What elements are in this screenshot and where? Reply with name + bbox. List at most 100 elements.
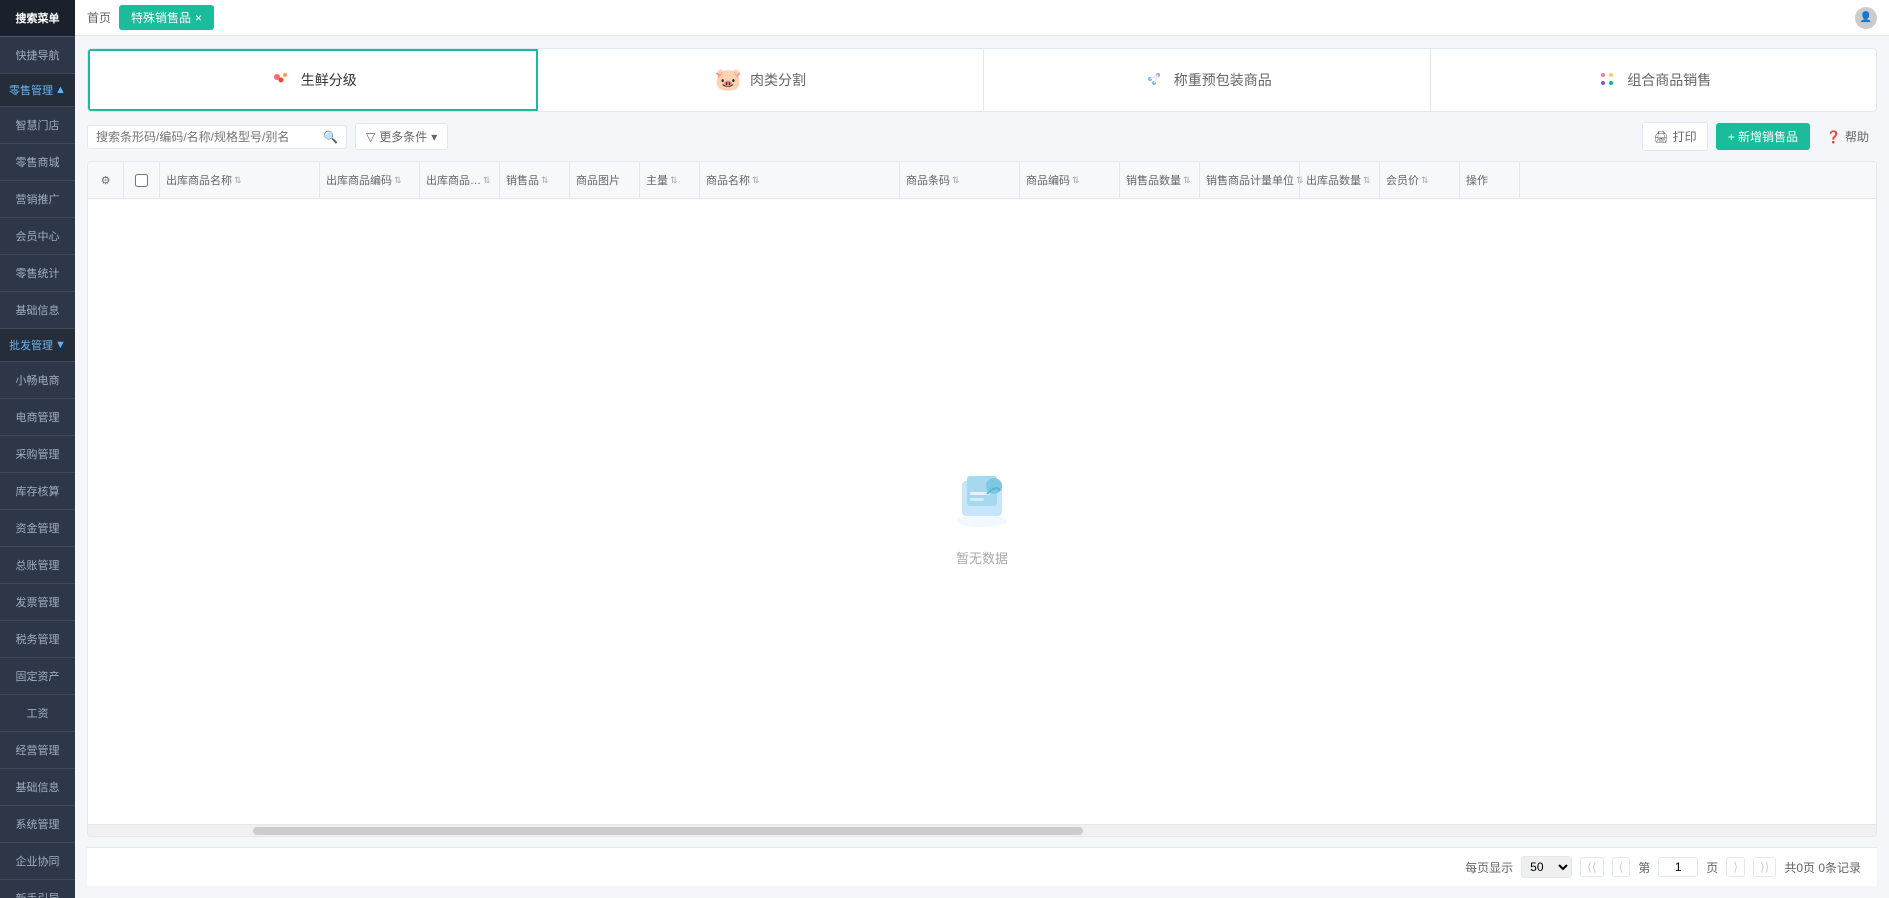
per-page-label: 每页显示 [1465,859,1513,876]
sidebar-item-enterprise[interactable]: 企业协同 [0,843,75,880]
sort-icon[interactable]: ⇅ [483,175,491,186]
sort-icon[interactable]: ⇅ [541,175,549,186]
sidebar-item-tax-mgmt[interactable]: 税务管理 [0,621,75,658]
th-out-name[interactable]: 出库商品名称 ⇅ [160,162,320,198]
sidebar-item-purchase-mgmt[interactable]: 采购管理 [0,436,75,473]
th-out-qty[interactable]: 出库品数量 ⇅ [1300,162,1380,198]
help-label: 帮助 [1845,128,1869,145]
th-sale-qty[interactable]: 销售品数量 ⇅ [1120,162,1200,198]
page-input[interactable] [1658,857,1698,877]
sidebar-item-general-ledger[interactable]: 总账管理 [0,547,75,584]
th-sale-item-label: 销售品 [506,172,539,188]
sidebar-item-basic-info[interactable]: 基础信息 [0,292,75,329]
sidebar-item-label: 零售统计 [16,265,60,281]
sidebar-item-label: 小畅电商 [16,372,60,388]
th-main[interactable]: 主量 ⇅ [640,162,700,198]
toolbar: 🔍 ▽ 更多条件 ▾ 🖨 打印 + 新增销售品 ❓ 帮助 [87,122,1877,151]
sidebar-item-quick-nav[interactable]: 快捷导航 [0,37,75,74]
per-page-select[interactable]: 50 10 20 100 [1521,856,1572,878]
tab-meat-cut[interactable]: 🐷 肉类分割 [538,49,985,111]
sort-icon[interactable]: ⇅ [1183,175,1191,186]
sidebar-item-retail-stats[interactable]: 零售统计 [0,255,75,292]
sort-icon[interactable]: ⇅ [1072,175,1080,186]
sidebar-logo[interactable]: 搜索菜单 [0,0,75,37]
tab-fresh-grade[interactable]: 生鲜分级 [88,49,538,111]
sidebar-item-member-center[interactable]: 会员中心 [0,218,75,255]
sidebar-item-finance[interactable]: 资金管理 [0,510,75,547]
filter-label: 更多条件 [379,128,427,145]
next-page-button[interactable]: ⟩ [1726,857,1745,877]
sort-icon[interactable]: ⇅ [1421,175,1429,186]
print-label: 打印 [1673,128,1697,145]
sidebar-item-inventory[interactable]: 库存核算 [0,473,75,510]
add-sale-item-button[interactable]: + 新增销售品 [1716,123,1810,150]
sidebar-item-basic-info2[interactable]: 基础信息 [0,769,75,806]
chevron-down-icon: ▾ [431,130,437,144]
sort-icon[interactable]: ⇅ [952,175,960,186]
home-link[interactable]: 首页 [87,9,111,26]
print-button[interactable]: 🖨 打印 [1642,122,1707,151]
close-icon[interactable]: × [195,11,202,25]
th-product-name[interactable]: 商品名称 ⇅ [700,162,900,198]
sidebar-item-label: 系统管理 [16,816,60,832]
sidebar-item-ops-mgmt[interactable]: 经营管理 [0,732,75,769]
sidebar-item-retail-mall[interactable]: 零售商城 [0,144,75,181]
th-member-price[interactable]: 会员价 ⇅ [1380,162,1460,198]
sidebar-item-newcomer[interactable]: 新手引导 [0,880,75,898]
th-out-spec[interactable]: 出库商品… ⇅ [420,162,500,198]
th-out-code[interactable]: 出库商品编码 ⇅ [320,162,420,198]
th-barcode-label: 商品条码 [906,172,950,188]
th-sku[interactable]: 商品编码 ⇅ [1020,162,1120,198]
pig-icon: 🐷 [715,67,742,93]
th-check[interactable] [124,162,160,198]
scrollbar-thumb[interactable] [253,827,1083,835]
topbar-right: 👤 [1855,7,1877,29]
th-img: 商品图片 [570,162,640,198]
first-page-button[interactable]: ⟨⟨ [1580,857,1603,877]
prev-page-button[interactable]: ⟨ [1612,857,1631,877]
th-sale-unit[interactable]: 销售商品计量单位 ⇅ [1200,162,1300,198]
sidebar-item-wages[interactable]: 工资 [0,695,75,732]
last-page-button[interactable]: ⟩⟩ [1753,857,1776,877]
select-all-checkbox[interactable] [135,174,148,187]
sidebar-item-invoice-mgmt[interactable]: 发票管理 [0,584,75,621]
toolbar-right: 🖨 打印 + 新增销售品 ❓ 帮助 [1642,122,1877,151]
th-sale-item[interactable]: 销售品 ⇅ [500,162,570,198]
sort-icon[interactable]: ⇅ [670,175,678,186]
sidebar-item-label: 快捷导航 [16,47,60,63]
empty-text: 暂无数据 [956,548,1008,567]
active-tab[interactable]: 特殊销售品 × [119,5,214,30]
horizontal-scrollbar[interactable] [88,824,1876,836]
sort-icon[interactable]: ⇅ [394,175,402,186]
content-area: 生鲜分级 🐷 肉类分割 称重预包装商品 [75,36,1889,898]
avatar[interactable]: 👤 [1855,7,1877,29]
sidebar-item-mini-ecom[interactable]: 小畅电商 [0,362,75,399]
th-sale-qty-label: 销售品数量 [1126,172,1181,188]
sidebar-item-ecom-mgmt[interactable]: 电商管理 [0,399,75,436]
sidebar-item-label: 基础信息 [16,302,60,318]
sort-icon[interactable]: ⇅ [752,175,760,186]
sidebar-item-marketing[interactable]: 营销推广 [0,181,75,218]
th-barcode[interactable]: 商品条码 ⇅ [900,162,1020,198]
sidebar-item-label: 会员中心 [16,228,60,244]
tab-combo[interactable]: 组合商品销售 [1431,49,1877,111]
th-img-label: 商品图片 [576,172,620,188]
th-setting[interactable]: ⚙ [88,162,124,198]
sidebar-item-retail-mgmt[interactable]: 零售管理 ▲ [0,74,75,107]
sort-icon[interactable]: ⇅ [234,175,242,186]
tab-weight-pack[interactable]: 称重预包装商品 [984,49,1431,111]
sidebar-item-wholesale-mgmt[interactable]: 批发管理 ▼ [0,329,75,362]
tab-weight-pack-label: 称重预包装商品 [1174,70,1272,90]
sidebar-item-smart-store[interactable]: 智慧门店 [0,107,75,144]
sort-icon[interactable]: ⇅ [1363,175,1371,186]
search-input[interactable] [96,130,319,144]
th-product-name-label: 商品名称 [706,172,750,188]
search-icon: 🔍 [323,130,338,144]
sidebar-item-fixed-assets[interactable]: 固定资产 [0,658,75,695]
main-area: 首页 特殊销售品 × 👤 生鲜分级 🐷 [75,0,1889,898]
help-button[interactable]: ❓ 帮助 [1818,123,1877,150]
sidebar-item-sys-mgmt[interactable]: 系统管理 [0,806,75,843]
page-label: 第 [1638,859,1650,876]
filter-button[interactable]: ▽ 更多条件 ▾ [355,123,448,150]
sidebar-item-label: 固定资产 [16,668,60,684]
